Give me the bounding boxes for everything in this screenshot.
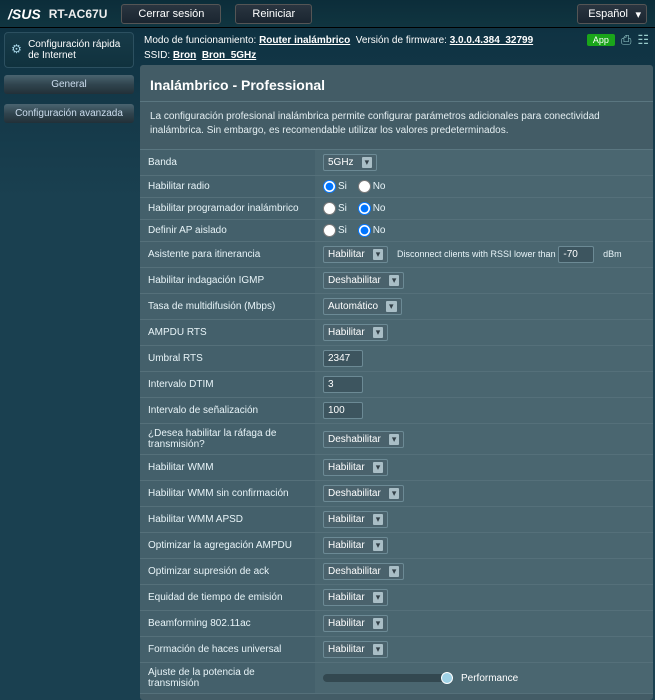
chevron-down-icon: ▾ [373, 592, 384, 603]
airtime-select[interactable]: Habilitar▾ [323, 589, 388, 606]
client-icon[interactable]: ☷ [637, 32, 649, 48]
mcast-label: Tasa de multidifusión (Mbps) [140, 294, 315, 320]
ssid2-value[interactable]: Bron_5GHz [202, 50, 256, 61]
ack-sup-select[interactable]: Deshabilitar▾ [323, 563, 404, 580]
reboot-button[interactable]: Reiniciar [235, 4, 312, 24]
roaming-label: Asistente para itinerancia [140, 242, 315, 268]
enable-radio-yes[interactable]: Si [323, 181, 347, 192]
chevron-down-icon: ▾ [373, 618, 384, 629]
enable-radio-no[interactable]: No [358, 181, 386, 192]
mode-value[interactable]: Router inalámbrico [259, 35, 350, 46]
settings-panel: Inalámbrico - Professional La configurac… [140, 65, 653, 700]
wmm-apsd-label: Habilitar WMM APSD [140, 507, 315, 533]
isolated-yes[interactable]: Si [323, 225, 347, 236]
slider-thumb-icon [441, 672, 453, 684]
rts-label: Umbral RTS [140, 346, 315, 372]
wmm-apsd-select[interactable]: Habilitar▾ [323, 511, 388, 528]
chevron-down-icon: ▾ [373, 540, 384, 551]
chevron-down-icon: ▾ [373, 644, 384, 655]
isolated-label: Definir AP aislado [140, 220, 315, 242]
chevron-down-icon: ▾ [373, 514, 384, 525]
main-content: Modo de funcionamiento: Router inalámbri… [138, 28, 655, 700]
top-bar: /SUS RT-AC67U Cerrar sesión Reiniciar Es… [0, 0, 655, 28]
ssid-label: SSID: [144, 50, 170, 61]
bf11ac-select[interactable]: Habilitar▾ [323, 615, 388, 632]
chevron-down-icon: ▾ [373, 327, 384, 338]
app-badge[interactable]: App [587, 34, 615, 46]
bf11ac-label: Beamforming 802.11ac [140, 611, 315, 637]
settings-table: Banda 5GHz▾ Habilitar radio Si No Habili… [140, 150, 653, 694]
igmp-select[interactable]: Deshabilitar▾ [323, 272, 404, 289]
enable-radio-label: Habilitar radio [140, 176, 315, 198]
igmp-label: Habilitar indagación IGMP [140, 268, 315, 294]
roaming-note-pre: Disconnect clients with RSSI lower than [397, 249, 556, 259]
chevron-down-icon: ▾ [373, 249, 384, 260]
band-label: Banda [140, 150, 315, 176]
beacon-input[interactable] [323, 402, 363, 419]
chevron-down-icon: ▾ [386, 301, 397, 312]
isolated-no[interactable]: No [358, 225, 386, 236]
fw-value[interactable]: 3.0.0.4.384_32799 [450, 35, 533, 46]
rssi-input[interactable] [558, 246, 594, 263]
chevron-down-icon: ▾ [389, 488, 400, 499]
txburst-select[interactable]: Deshabilitar▾ [323, 431, 404, 448]
chevron-down-icon: ▾ [389, 275, 400, 286]
wmm-select[interactable]: Habilitar▾ [323, 459, 388, 476]
dtim-label: Intervalo DTIM [140, 372, 315, 398]
wmm-label: Habilitar WMM [140, 455, 315, 481]
rssi-unit: dBm [603, 249, 622, 259]
txpower-value: Performance [461, 673, 518, 684]
ssid-line: SSID: Bron Bron_5GHz [138, 50, 655, 63]
txburst-label: ¿Desea habilitar la ráfaga de transmisió… [140, 424, 315, 455]
dtim-input[interactable] [323, 376, 363, 393]
sidebar-section-advanced: Configuración avanzada [4, 104, 134, 123]
scheduler-label: Habilitar programador inalámbrico [140, 198, 315, 220]
gear-icon: ⚙ [11, 42, 22, 58]
panel-description: La configuración profesional inalámbrica… [140, 102, 653, 150]
band-select[interactable]: 5GHz▾ [323, 154, 377, 171]
logout-button[interactable]: Cerrar sesión [121, 4, 221, 24]
scheduler-yes[interactable]: Si [323, 203, 347, 214]
sidebar-section-general: General [4, 75, 134, 94]
ampdu-select[interactable]: Habilitar▾ [323, 324, 388, 341]
mcast-select[interactable]: Automático▾ [323, 298, 402, 315]
beacon-label: Intervalo de señalización [140, 398, 315, 424]
mode-label: Modo de funcionamiento: [144, 35, 256, 46]
status-line: Modo de funcionamiento: Router inalámbri… [138, 28, 655, 50]
brand-logo: /SUS [8, 6, 41, 22]
ampdu-agg-label: Optimizar la agregación AMPDU [140, 533, 315, 559]
rts-input[interactable] [323, 350, 363, 367]
language-select[interactable]: Español [577, 4, 647, 24]
quick-setup-button[interactable]: ⚙ Configuración rápida de Internet [4, 32, 134, 68]
panel-title: Inalámbrico - Professional [140, 65, 653, 102]
ampdu-agg-select[interactable]: Habilitar▾ [323, 537, 388, 554]
chevron-down-icon: ▾ [389, 434, 400, 445]
ssid1-value[interactable]: Bron [173, 50, 196, 61]
airtime-label: Equidad de tiempo de emisión [140, 585, 315, 611]
chevron-down-icon: ▾ [389, 566, 400, 577]
sidebar: ⚙ Configuración rápida de Internet Gener… [0, 28, 138, 700]
ampdu-label: AMPDU RTS [140, 320, 315, 346]
language-value: Español [588, 8, 628, 20]
ack-sup-label: Optimizar supresión de ack [140, 559, 315, 585]
txpower-label: Ajuste de la potencia de transmisión [140, 663, 315, 694]
scheduler-no[interactable]: No [358, 203, 386, 214]
txpower-slider[interactable] [323, 674, 453, 682]
usb-icon[interactable]: ⎙ [621, 32, 631, 48]
wmm-noack-select[interactable]: Deshabilitar▾ [323, 485, 404, 502]
bf-uni-select[interactable]: Habilitar▾ [323, 641, 388, 658]
bf-uni-label: Formación de haces universal [140, 637, 315, 663]
quick-setup-label: Configuración rápida de Internet [28, 39, 127, 61]
wmm-noack-label: Habilitar WMM sin confirmación [140, 481, 315, 507]
chevron-down-icon: ▾ [373, 462, 384, 473]
fw-label: Versión de firmware: [356, 35, 447, 46]
chevron-down-icon: ▾ [362, 157, 373, 168]
roaming-select[interactable]: Habilitar▾ [323, 246, 388, 263]
model-name: RT-AC67U [49, 7, 108, 21]
